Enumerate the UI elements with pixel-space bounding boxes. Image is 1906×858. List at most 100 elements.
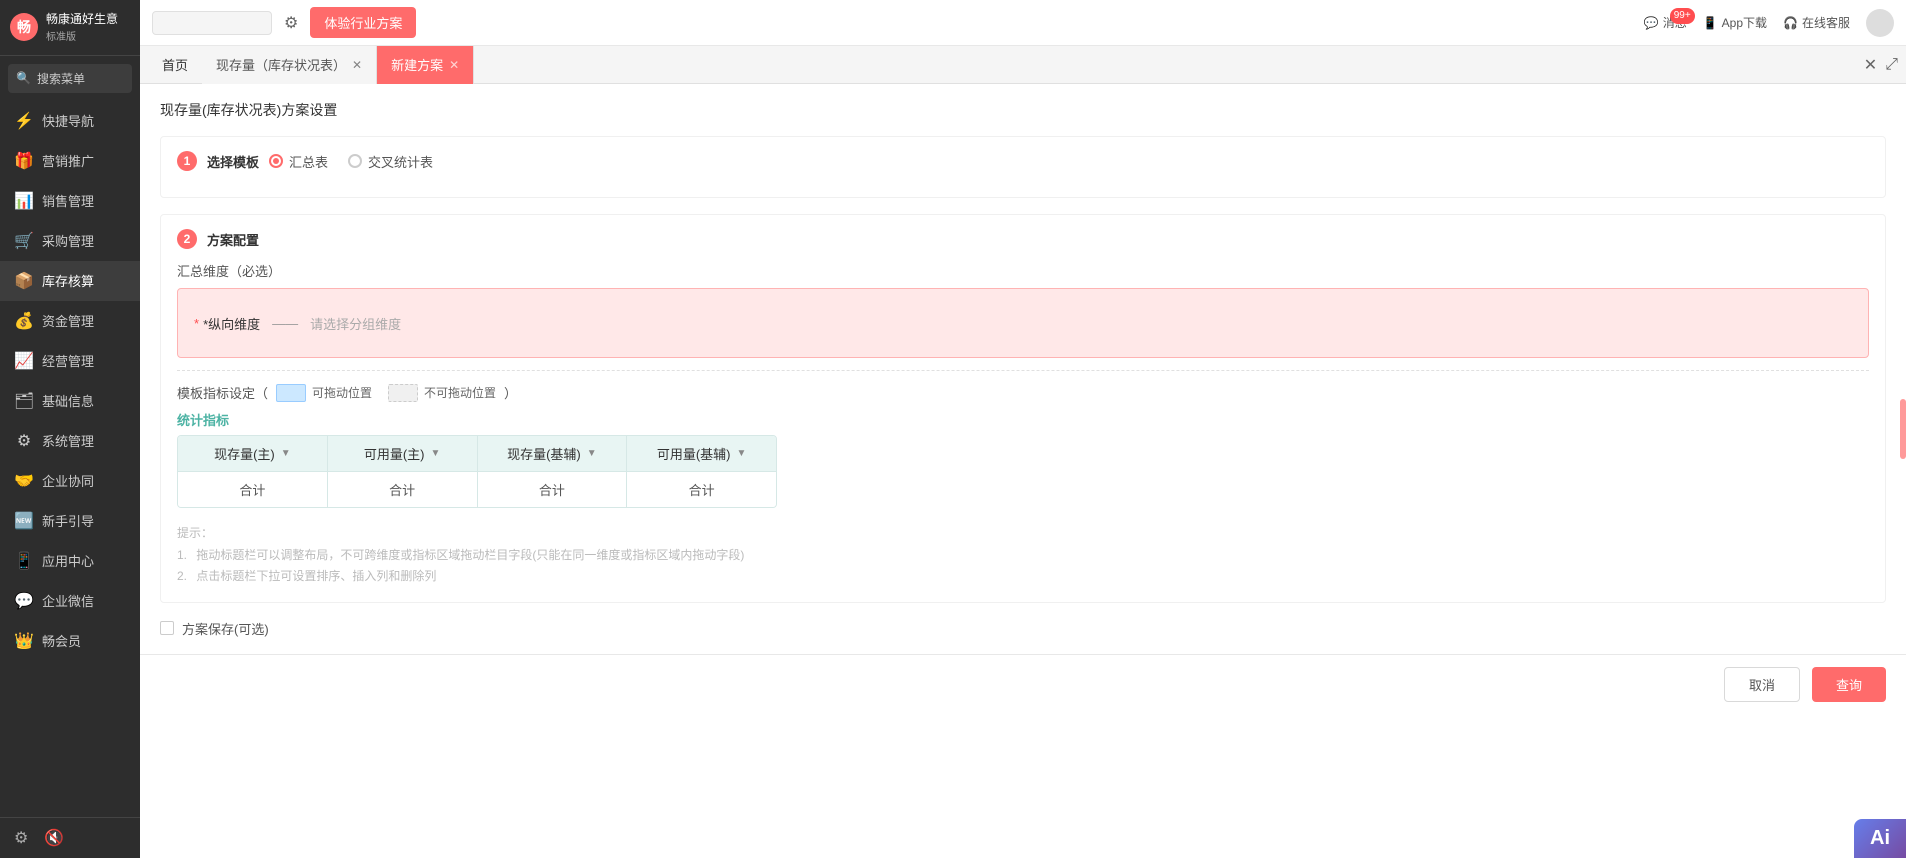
tabs-bar: 首页 现存量（库存状况表） ✕ 新建方案 ✕ ✕ ⤢: [140, 46, 1906, 84]
settings-bottom-icon[interactable]: ⚙: [14, 828, 28, 848]
wecom-icon: 💬: [14, 591, 34, 611]
stats-table-header: 现存量(主) ▼ 合计 可用量(主) ▼ 合计: [178, 436, 776, 507]
divider-1: [177, 370, 1869, 371]
sidebar-search-area: 🔍 搜索菜单: [0, 56, 140, 101]
stats-label: 统计指标: [177, 410, 1869, 429]
message-group[interactable]: 💬 消息 99+: [1644, 14, 1687, 31]
save-checkbox[interactable]: [160, 621, 174, 635]
cooperation-icon: 🤝: [14, 471, 34, 491]
footer-bar: 取消 查询: [140, 654, 1906, 714]
close-window-button[interactable]: ✕: [1864, 55, 1877, 75]
section-config-title: 方案配置: [207, 230, 259, 249]
topbar-right: 💬 消息 99+ 📱 App下载 🎧 在线客服: [1644, 9, 1894, 37]
online-service-group[interactable]: 🎧 在线客服: [1783, 14, 1850, 31]
tab-home[interactable]: 首页: [148, 46, 202, 84]
marketing-icon: 🎁: [14, 151, 34, 171]
membership-icon: 👑: [14, 631, 34, 651]
cancel-button[interactable]: 取消: [1724, 667, 1800, 702]
query-button[interactable]: 查询: [1812, 667, 1886, 702]
tab-new-plan[interactable]: 新建方案 ✕: [377, 46, 474, 84]
sidebar-item-purchase[interactable]: 🛒 采购管理: [0, 221, 140, 261]
quicknav-icon: ⚡: [14, 111, 34, 131]
sidebar-item-basic[interactable]: 🗂 基础信息: [0, 381, 140, 421]
tab-newplan-close-icon[interactable]: ✕: [449, 59, 459, 71]
download-icon: 📱: [1703, 16, 1718, 30]
dimension-placeholder: 请选择分组维度: [310, 314, 401, 333]
sidebar-item-inventory[interactable]: 📦 库存核算: [0, 261, 140, 301]
app-name: 畅康通好生意: [46, 12, 118, 28]
topbar-settings-button[interactable]: ⚙: [280, 9, 302, 37]
management-icon: 📈: [14, 351, 34, 371]
mute-icon[interactable]: 🔇: [44, 828, 64, 848]
content-area: 现存量(库存状况表)方案设置 1 选择模板 汇总表 交叉统计表: [140, 84, 1906, 858]
tab-inventory-status[interactable]: 现存量（库存状况表） ✕: [202, 46, 377, 84]
main-content: ⚙ 体验行业方案 💬 消息 99+ 📱 App下载 🎧 在线客服 首页: [140, 0, 1906, 858]
stats-col-1-header[interactable]: 可用量(主) ▼: [328, 436, 477, 472]
stats-col-0: 现存量(主) ▼ 合计: [178, 436, 328, 507]
app-edition: 标准版: [46, 28, 118, 43]
appcenter-icon: 📱: [14, 551, 34, 571]
sidebar-item-management[interactable]: 📈 经营管理: [0, 341, 140, 381]
sidebar-item-newguide[interactable]: 🆕 新手引导: [0, 501, 140, 541]
search-menu-button[interactable]: 🔍 搜索菜单: [8, 64, 132, 93]
not-draggable-legend-box: [388, 384, 418, 402]
system-icon: ⚙: [14, 431, 34, 451]
col-1-dropdown-icon: ▼: [431, 448, 441, 459]
draggable-legend-box: [276, 384, 306, 402]
dimension-required-mark: *: [194, 316, 199, 331]
sidebar-item-quicknav[interactable]: ⚡ 快捷导航: [0, 101, 140, 141]
expand-window-button[interactable]: ⤢: [1885, 56, 1898, 74]
message-badge: 99+: [1670, 8, 1695, 24]
content-inner: 现存量(库存状况表)方案设置 1 选择模板 汇总表 交叉统计表: [140, 84, 1906, 654]
topbar-left: ⚙ 体验行业方案: [152, 7, 1636, 38]
sidebar-item-membership[interactable]: 👑 畅会员: [0, 621, 140, 661]
topbar: ⚙ 体验行业方案 💬 消息 99+ 📱 App下载 🎧 在线客服: [140, 0, 1906, 46]
section-config-header: 2 方案配置: [177, 229, 1869, 249]
user-avatar[interactable]: [1866, 9, 1894, 37]
section-config: 2 方案配置 汇总维度（必选） * *纵向维度 —— 请选择分组维度 模板指标设…: [160, 214, 1886, 603]
stats-col-0-header[interactable]: 现存量(主) ▼: [178, 436, 327, 472]
service-icon: 🎧: [1783, 16, 1798, 30]
stats-col-0-body: 合计: [178, 472, 327, 507]
radio-summary[interactable]: 汇总表: [269, 152, 328, 171]
section-num-1: 1: [177, 151, 197, 171]
tab-inventory-close-icon[interactable]: ✕: [352, 59, 362, 71]
sidebar-item-marketing[interactable]: 🎁 营销推广: [0, 141, 140, 181]
logo-icon: 畅: [10, 13, 38, 41]
sidebar-logo: 畅 畅康通好生意 标准版: [0, 0, 140, 56]
stats-col-3-body: 合计: [627, 472, 776, 507]
sidebar-bottom: ⚙ 🔇: [0, 817, 140, 858]
section-num-2: 2: [177, 229, 197, 249]
sidebar-item-cooperation[interactable]: 🤝 企业协同: [0, 461, 140, 501]
newguide-icon: 🆕: [14, 511, 34, 531]
topbar-search-input[interactable]: [152, 11, 272, 35]
sidebar-item-system[interactable]: ⚙ 系统管理: [0, 421, 140, 461]
window-controls: ✕ ⤢: [1856, 46, 1906, 84]
sidebar-item-sales[interactable]: 📊 销售管理: [0, 181, 140, 221]
inventory-icon: 📦: [14, 271, 34, 291]
sidebar-item-appcenter[interactable]: 📱 应用中心: [0, 541, 140, 581]
ai-badge[interactable]: Ai: [1854, 819, 1906, 858]
radio-cross[interactable]: 交叉统计表: [348, 152, 433, 171]
dimension-field: *纵向维度: [203, 314, 260, 333]
sidebar-item-finance[interactable]: 💰 资金管理: [0, 301, 140, 341]
gear-icon: ⚙: [284, 15, 298, 32]
app-download-group[interactable]: 📱 App下载: [1703, 14, 1767, 31]
save-option: 方案保存(可选): [160, 619, 1886, 638]
metrics-label: 模板指标设定（ 可拖动位置 不可拖动位置 ）: [177, 383, 1869, 402]
legend-not-draggable: 不可拖动位置: [388, 384, 496, 402]
dimension-dash: ——: [272, 316, 298, 331]
sidebar-item-wecom[interactable]: 💬 企业微信: [0, 581, 140, 621]
stats-col-3-header[interactable]: 可用量(基辅) ▼: [627, 436, 776, 472]
purchase-icon: 🛒: [14, 231, 34, 251]
stats-col-3: 可用量(基辅) ▼ 合计: [627, 436, 776, 507]
stats-section: 统计指标 现存量(主) ▼ 合计: [177, 410, 1869, 511]
section-template-title: 选择模板: [207, 152, 259, 171]
tip-prefix: 提示：: [177, 523, 1869, 545]
tip-1: 1. 拖动标题栏可以调整布局，不可跨维度或指标区域拖动栏目字段(只能在同一维度或…: [177, 545, 1869, 567]
stats-col-2-header[interactable]: 现存量(基辅) ▼: [478, 436, 627, 472]
stats-col-2: 现存量(基辅) ▼ 合计: [478, 436, 628, 507]
page-title: 现存量(库存状况表)方案设置: [160, 100, 1886, 120]
radio-cross-circle: [348, 154, 362, 168]
industry-btn[interactable]: 体验行业方案: [310, 7, 416, 38]
